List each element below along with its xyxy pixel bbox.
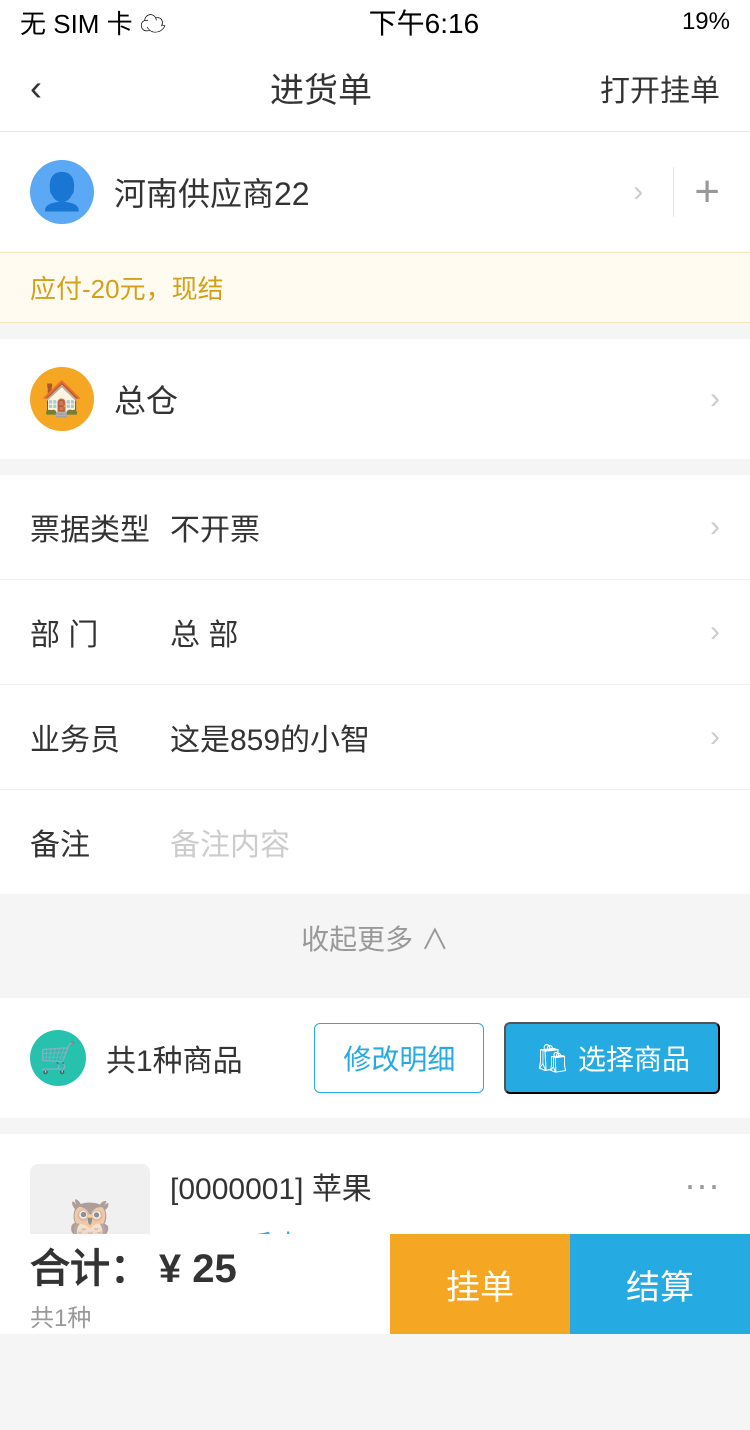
department-chevron-icon: › — [710, 615, 720, 649]
total-label: 合计： — [30, 1247, 150, 1291]
invoice-type-value: 不开票 — [170, 505, 710, 549]
products-icon: 🛒 — [39, 1041, 76, 1076]
warehouse-icon-wrap: 🏠 — [30, 367, 94, 431]
invoice-type-chevron-icon: › — [710, 510, 720, 544]
select-product-button[interactable]: 🛍 选择商品 — [504, 1022, 720, 1094]
supplier-name: 河南供应商22 — [114, 169, 633, 215]
bottom-bar: 合计： ¥ 25 共1种 挂单 结算 — [0, 1234, 750, 1334]
status-right: 19% — [682, 8, 730, 36]
select-product-icon: 🛍 — [534, 1042, 570, 1075]
warehouse-name: 总仓 — [114, 376, 710, 422]
products-count: 共1种商品 — [106, 1036, 294, 1080]
notice-bar: 应付-20元，现结 — [0, 252, 750, 323]
remark-row[interactable]: 备注 备注内容 — [0, 790, 750, 894]
back-button[interactable]: ‹ — [30, 67, 42, 109]
salesman-row[interactable]: 业务员 这是859的小智 › — [0, 685, 750, 790]
form-section: 票据类型 不开票 › 部 门 总 部 › 业务员 这是859的小智 › 备注 备… — [0, 475, 750, 894]
invoice-type-row[interactable]: 票据类型 不开票 › — [0, 475, 750, 580]
user-icon: 👤 — [40, 171, 85, 213]
open-hang-button[interactable]: 打开挂单 — [600, 66, 720, 110]
supplier-section: 👤 河南供应商22 › + 应付-20元，现结 — [0, 132, 750, 323]
sim-label: 无 SIM 卡 ☁ — [20, 4, 166, 41]
collapse-label: 收起更多 ∧ — [301, 918, 449, 958]
product-title: 苹果 — [312, 1173, 372, 1206]
checkout-button[interactable]: 结算 — [570, 1234, 750, 1334]
modify-detail-button[interactable]: 修改明细 — [314, 1023, 484, 1093]
total-main: 合计： ¥ 25 — [30, 1236, 360, 1294]
nav-bar: ‹ 进货单 打开挂单 — [0, 44, 750, 132]
collapse-row[interactable]: 收起更多 ∧ — [0, 894, 750, 982]
hang-button[interactable]: 挂单 — [390, 1234, 570, 1334]
total-sub: 共1种 — [30, 1298, 360, 1333]
page-title: 进货单 — [270, 63, 372, 112]
total-amount: ¥ 25 — [159, 1247, 237, 1291]
salesman-label: 业务员 — [30, 715, 170, 759]
products-icon-wrap: 🛒 — [30, 1030, 86, 1086]
salesman-value: 这是859的小智 — [170, 715, 710, 759]
select-product-label: 选择商品 — [578, 1038, 690, 1078]
total-section: 合计： ¥ 25 共1种 — [0, 1236, 390, 1333]
supplier-chevron-icon: › — [633, 175, 643, 209]
remark-placeholder: 备注内容 — [170, 820, 720, 864]
battery-label: 19% — [682, 8, 730, 36]
supplier-row[interactable]: 👤 河南供应商22 › + — [0, 132, 750, 252]
warehouse-chevron-icon: › — [710, 382, 720, 416]
remark-label: 备注 — [30, 820, 170, 864]
warehouse-row[interactable]: 🏠 总仓 › — [0, 339, 750, 459]
supplier-avatar: 👤 — [30, 160, 94, 224]
status-time: 下午6:16 — [369, 2, 480, 42]
products-header: 🛒 共1种商品 修改明细 🛍 选择商品 — [0, 998, 750, 1118]
product-more-button[interactable]: ··· — [668, 1164, 720, 1206]
warehouse-icon: 🏠 — [41, 379, 83, 419]
department-label: 部 门 — [30, 610, 170, 654]
status-bar: 无 SIM 卡 ☁ 下午6:16 19% — [0, 0, 750, 44]
salesman-chevron-icon: › — [710, 720, 720, 754]
product-name: [0000001] 苹果 — [170, 1164, 668, 1208]
department-row[interactable]: 部 门 总 部 › — [0, 580, 750, 685]
product-code: [0000001] — [170, 1173, 303, 1206]
status-left: 无 SIM 卡 ☁ — [20, 4, 166, 41]
invoice-type-label: 票据类型 — [30, 505, 170, 549]
department-value: 总 部 — [170, 610, 710, 654]
add-supplier-button[interactable]: + — [673, 167, 720, 217]
